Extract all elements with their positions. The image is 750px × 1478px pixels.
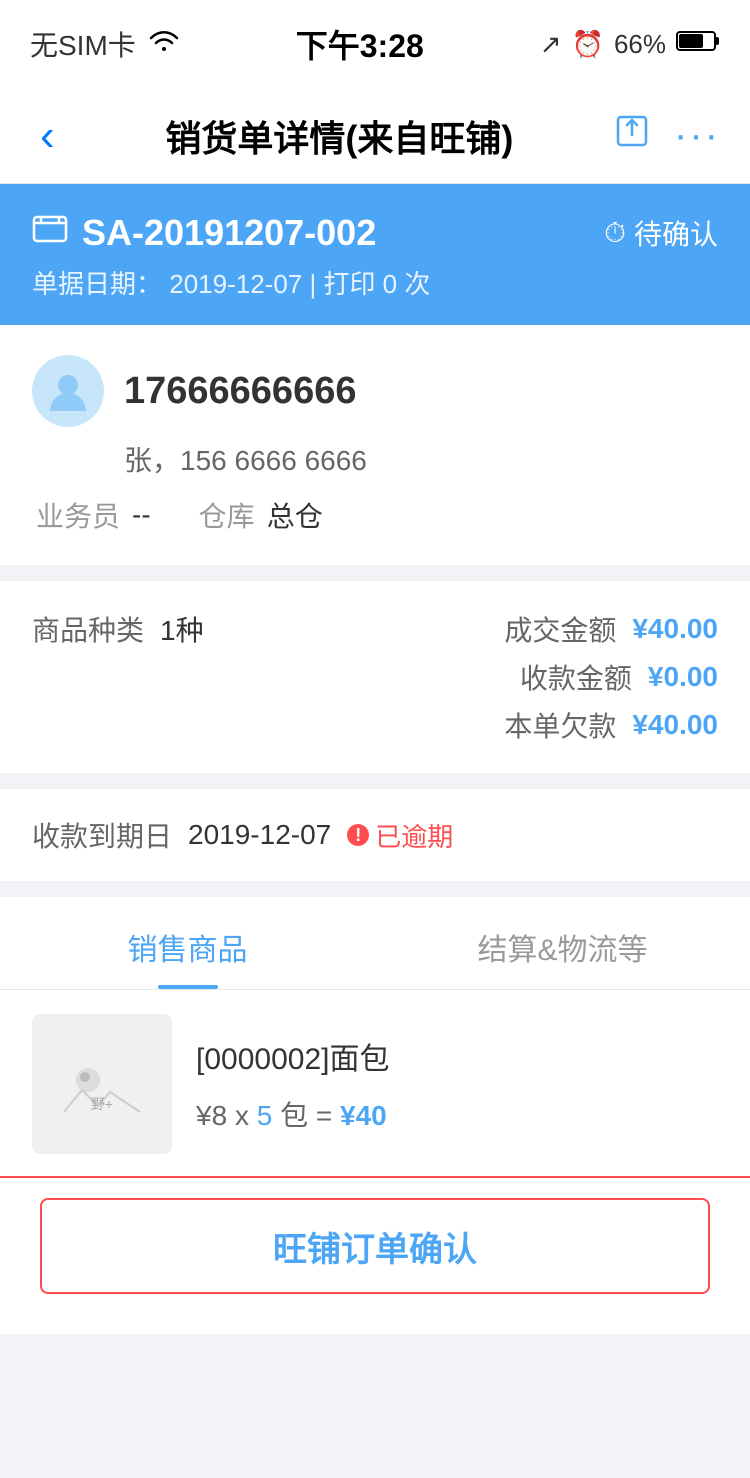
received-amount: 收款金额 ¥0.00: [520, 657, 718, 697]
tab-products[interactable]: 销售商品: [0, 897, 375, 989]
order-id: SA-20191207-002: [82, 212, 376, 254]
status-time: 下午3:28: [296, 21, 424, 67]
tab-settlement[interactable]: 结算&物流等: [375, 897, 750, 989]
product-item: 野+ [0000002]面包 ¥8 x 5 包 = ¥40: [0, 990, 750, 1178]
battery-text: 66%: [614, 29, 666, 60]
battery-icon: [676, 29, 720, 60]
due-date-section: 收款到期日 2019-12-07 ! 已逾期: [0, 789, 750, 881]
share-icon[interactable]: [614, 113, 650, 158]
order-status: ⏱ 待确认: [604, 213, 718, 253]
status-bar: 无SIM卡 下午3:28 ↗ ⏰ 66%: [0, 0, 750, 88]
owed-amount: 本单欠款 ¥40.00: [504, 705, 718, 745]
order-date-row: 单据日期： 2019-12-07 | 打印 0 次: [32, 264, 718, 301]
customer-section: 17666666666 张，156 6666 6666 业务员 -- 仓库 总仓: [0, 325, 750, 565]
status-clock-icon: ⏱: [604, 217, 626, 250]
summary-section: 商品种类 1种 成交金额 ¥40.00 收款金额 ¥0.00 本单欠款 ¥40.…: [0, 581, 750, 773]
page-title: 销货单详情(来自旺铺): [165, 110, 513, 162]
order-status-text: 待确认: [634, 213, 718, 253]
location-icon: ↗: [540, 29, 562, 60]
order-banner: SA-20191207-002 ⏱ 待确认 单据日期： 2019-12-07 |…: [0, 184, 750, 325]
wifi-icon: [148, 28, 180, 60]
status-icons: ↗ ⏰ 66%: [540, 29, 720, 60]
sales-rep: 业务员 --: [36, 495, 151, 535]
avatar: [32, 355, 104, 427]
nav-actions: ···: [614, 113, 720, 158]
more-icon[interactable]: ···: [674, 113, 720, 158]
product-price-row: ¥8 x 5 包 = ¥40: [196, 1094, 718, 1134]
product-name: [0000002]面包: [196, 1034, 718, 1078]
overdue-badge: ! 已逾期: [347, 817, 453, 854]
confirm-button-wrap: 旺铺订单确认: [0, 1176, 750, 1334]
deal-amount: 成交金额 ¥40.00: [504, 609, 718, 649]
product-thumbnail: 野+: [32, 1014, 172, 1154]
product-details: [0000002]面包 ¥8 x 5 包 = ¥40: [196, 1034, 718, 1134]
back-button[interactable]: ‹: [30, 101, 65, 171]
customer-name: 张，156 6666 6666: [124, 439, 718, 479]
customer-phone: 17666666666: [124, 370, 356, 413]
svg-text:野+: 野+: [91, 1096, 113, 1112]
confirm-order-button[interactable]: 旺铺订单确认: [40, 1198, 710, 1294]
order-type-icon: [32, 213, 68, 253]
tabs-section: 销售商品 结算&物流等 野+ [0000002]面包 ¥8 x 5 包 = ¥4…: [0, 897, 750, 1178]
nav-bar: ‹ 销货单详情(来自旺铺) ···: [0, 88, 750, 184]
product-type: 商品种类 1种: [32, 609, 204, 649]
status-carrier: 无SIM卡: [30, 24, 180, 64]
alarm-icon: ⏰: [572, 29, 604, 60]
customer-meta: 业务员 -- 仓库 总仓: [36, 495, 718, 535]
warehouse: 仓库 总仓: [199, 495, 323, 535]
carrier-text: 无SIM卡: [30, 24, 136, 64]
tabs-row: 销售商品 结算&物流等: [0, 897, 750, 990]
overdue-warning-icon: !: [347, 824, 369, 846]
